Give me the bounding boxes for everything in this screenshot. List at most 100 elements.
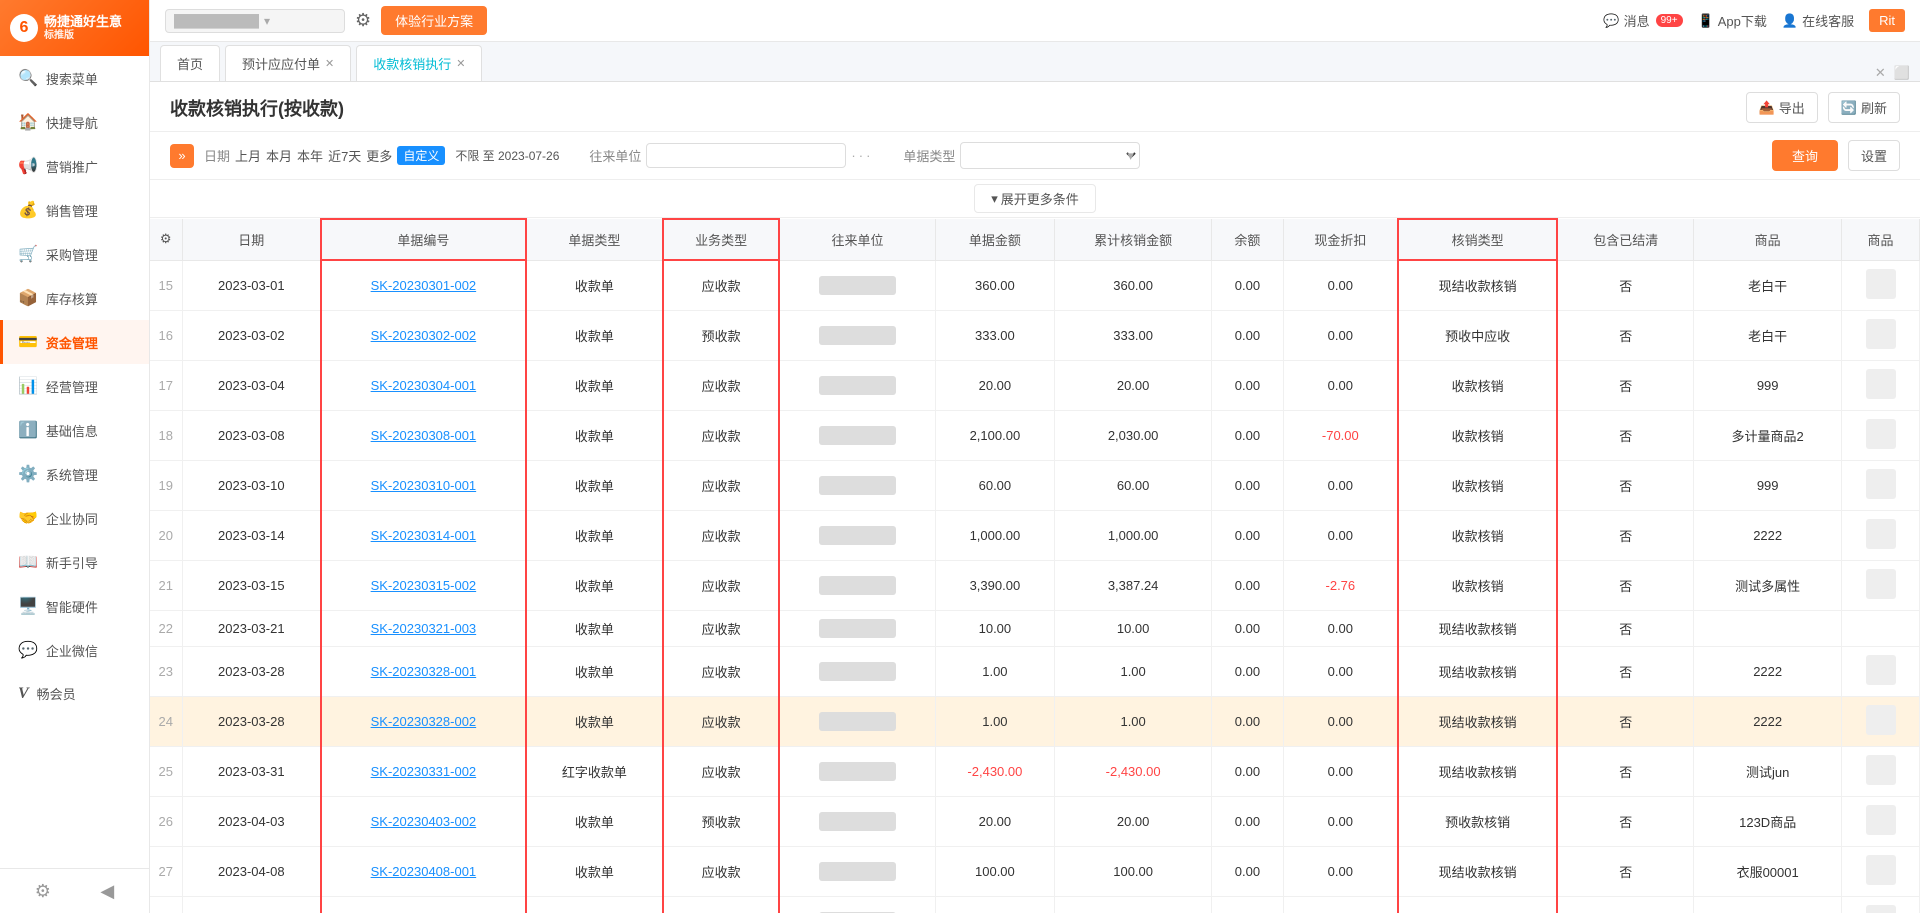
cell-product2 (1842, 746, 1920, 796)
sidebar-logo-sub: 标推版 (44, 30, 122, 42)
sidebar-item-inventory[interactable]: 📦 库存核算 (0, 276, 149, 320)
sidebar-item-finance[interactable]: 💳 资金管理 (0, 320, 149, 364)
cell-write-off-type: 现结收款核销 (1398, 260, 1557, 310)
cell-cash-discount: 0.00 (1283, 610, 1398, 646)
notification-icon: 💬 (1603, 13, 1619, 29)
sidebar-item-member[interactable]: V 畅会员 (0, 672, 149, 715)
tab-expand-icon[interactable]: ⬜ (1894, 65, 1910, 81)
bill-no-link[interactable]: SK-20230403-002 (371, 814, 477, 829)
sidebar-item-label: 采购管理 (46, 245, 98, 264)
sidebar-item-label: 销售管理 (46, 201, 98, 220)
date-links: 上月 本月 本年 近7天 更多 自定义 (235, 146, 445, 165)
sidebar-item-enterprise[interactable]: 🤝 企业协同 (0, 496, 149, 540)
date-link-thisyear[interactable]: 本年 (297, 146, 323, 165)
tabs-bar: 首页 预计应应付单 ✕ 收款核销执行 ✕ ✕ ⬜ (150, 42, 1920, 82)
sidebar-item-operation[interactable]: 📊 经营管理 (0, 364, 149, 408)
user-avatar[interactable]: Rit (1869, 9, 1905, 32)
tab-home[interactable]: 首页 (160, 45, 220, 81)
nav-input[interactable]: ██████████ ▾ (165, 9, 345, 33)
tab-collection-close[interactable]: ✕ (456, 57, 465, 70)
sidebar-item-wecom[interactable]: 💬 企业微信 (0, 628, 149, 672)
collapse-icon[interactable]: ◀ (100, 881, 114, 902)
bill-no-link[interactable]: SK-20230314-001 (371, 528, 477, 543)
cell-product2 (1842, 796, 1920, 846)
table-row: 28 2023-04-18 SK-20230418-001 收款单 应收款 ██… (150, 896, 1920, 913)
cell-bill-no: SK-20230315-002 (321, 560, 526, 610)
export-btn[interactable]: 📤 导出 (1746, 92, 1818, 123)
cell-write-off-type: 现结收款核销 (1398, 610, 1557, 646)
expand-more-btn[interactable]: ▾ 展开更多条件 (974, 184, 1096, 213)
system-icon: ⚙️ (18, 464, 38, 484)
sidebar-item-basic[interactable]: ℹ️ 基础信息 (0, 408, 149, 452)
cell-cash-discount: 0.00 (1283, 746, 1398, 796)
bill-no-link[interactable]: SK-20230315-002 (371, 578, 477, 593)
sidebar-item-sales[interactable]: 💰 销售管理 (0, 188, 149, 232)
sidebar-logo: 6 畅捷通好生意 标推版 (0, 0, 149, 56)
topbar-settings-icon[interactable]: ⚙ (355, 10, 371, 31)
refresh-btn[interactable]: 🔄 刷新 (1828, 92, 1900, 123)
notification-item[interactable]: 💬 消息 99+ (1603, 11, 1682, 30)
cell-balance: 0.00 (1212, 560, 1283, 610)
sidebar-item-hardware[interactable]: 🖥️ 智能硬件 (0, 584, 149, 628)
date-link-7days[interactable]: 近7天 (328, 146, 361, 165)
app-download-item[interactable]: 📱 App下载 (1698, 11, 1767, 30)
th-cash-discount: 现金折扣 (1283, 219, 1398, 260)
tab-payable-close[interactable]: ✕ (325, 57, 334, 70)
cell-product1: 测试多属性 (1694, 560, 1842, 610)
date-custom-btn[interactable]: 自定义 (397, 146, 445, 165)
sidebar-item-marketing[interactable]: 📢 营销推广 (0, 144, 149, 188)
online-service-item[interactable]: 👤 在线客服 (1782, 11, 1854, 30)
th-settings[interactable]: ⚙ (150, 219, 182, 260)
tab-payable[interactable]: 预计应应付单 ✕ (225, 45, 351, 81)
cell-no: 16 (150, 310, 182, 360)
page-header: 收款核销执行(按收款) 📤 导出 🔄 刷新 (150, 82, 1920, 132)
bill-no-link[interactable]: SK-20230328-001 (371, 664, 477, 679)
online-service-label: 在线客服 (1802, 11, 1854, 30)
cell-biz-type: 应收款 (663, 560, 779, 610)
cell-accumulated: 20.00 (1054, 796, 1211, 846)
date-link-more[interactable]: 更多 (366, 146, 392, 165)
bill-type-label: 单据类型 (903, 146, 955, 165)
cell-balance: 0.00 (1212, 610, 1283, 646)
sidebar-item-search[interactable]: 🔍 搜索菜单 (0, 56, 149, 100)
tab-collection[interactable]: 收款核销执行 ✕ (356, 45, 482, 81)
date-link-lastmonth[interactable]: 上月 (235, 146, 261, 165)
cell-product2 (1842, 260, 1920, 310)
sidebar-item-system[interactable]: ⚙️ 系统管理 (0, 452, 149, 496)
cell-bill-no: SK-20230418-001 (321, 896, 526, 913)
tabs-right-actions: ✕ ⬜ (1875, 65, 1910, 81)
sidebar-item-purchase[interactable]: 🛒 采购管理 (0, 232, 149, 276)
bill-no-link[interactable]: SK-20230301-002 (371, 278, 477, 293)
bill-no-link[interactable]: SK-20230328-002 (371, 714, 477, 729)
counterpart-input[interactable] (646, 143, 846, 168)
tab-payable-label: 预计应应付单 (242, 54, 320, 73)
bill-no-link[interactable]: SK-20230308-001 (371, 428, 477, 443)
industry-btn[interactable]: 体验行业方案 (381, 6, 487, 35)
query-btn[interactable]: 查询 (1772, 140, 1838, 171)
bill-no-link[interactable]: SK-20230304-001 (371, 378, 477, 393)
bill-no-link[interactable]: SK-20230310-001 (371, 478, 477, 493)
cell-biz-type: 应收款 (663, 696, 779, 746)
cell-biz-type: 应收款 (663, 646, 779, 696)
sidebar-item-label: 企业微信 (46, 641, 98, 660)
date-link-thismonth[interactable]: 本月 (266, 146, 292, 165)
sidebar-item-guide[interactable]: 📖 新手引导 (0, 540, 149, 584)
settings-bottom-icon[interactable]: ⚙ (35, 881, 51, 902)
nav-dropdown-icon[interactable]: ▾ (264, 14, 270, 28)
cell-balance: 0.00 (1212, 846, 1283, 896)
cell-date: 2023-04-08 (182, 846, 321, 896)
cell-no: 22 (150, 610, 182, 646)
filter-expand-btn[interactable]: » (170, 144, 194, 168)
bill-no-link[interactable]: SK-20230331-002 (371, 764, 477, 779)
bill-type-select[interactable] (960, 142, 1140, 169)
bill-no-link[interactable]: SK-20230302-002 (371, 328, 477, 343)
cell-accumulated: 60.00 (1054, 460, 1211, 510)
cell-no: 19 (150, 460, 182, 510)
bill-no-link[interactable]: SK-20230321-003 (371, 621, 477, 636)
bill-no-link[interactable]: SK-20230408-001 (371, 864, 477, 879)
tab-close-all-icon[interactable]: ✕ (1875, 65, 1886, 81)
filter-settings-btn[interactable]: 设置 (1848, 140, 1900, 171)
sidebar-item-label: 快捷导航 (46, 113, 98, 132)
sidebar-item-quick[interactable]: 🏠 快捷导航 (0, 100, 149, 144)
cell-amount: 2,100.00 (935, 410, 1054, 460)
